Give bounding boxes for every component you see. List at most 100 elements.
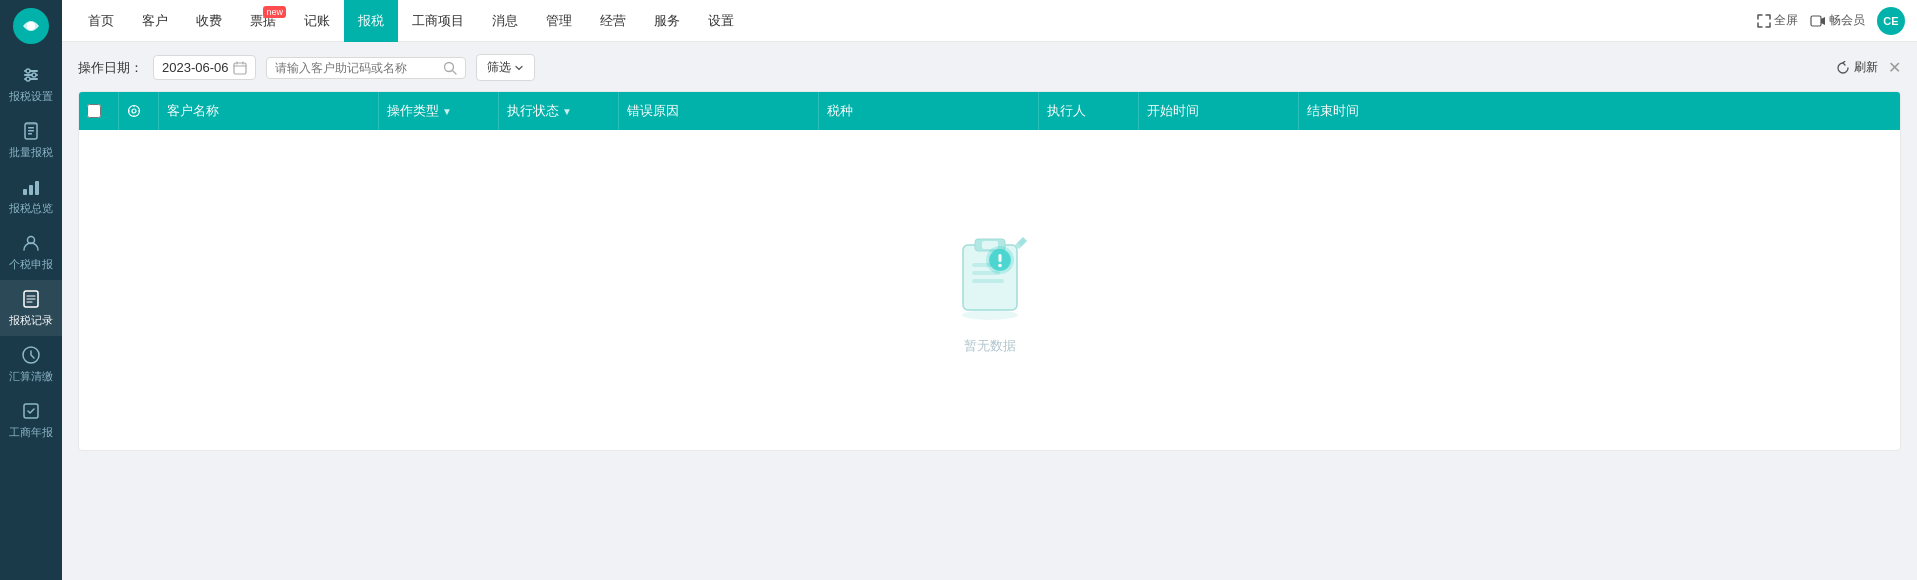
sidebar-item-piliangshuishui[interactable]: 批量报税 <box>0 112 62 168</box>
sidebar-item-label: 汇算清缴 <box>9 369 53 384</box>
search-box[interactable] <box>266 57 466 79</box>
page-body: 操作日期： 2023-06-06 筛选 <box>62 42 1917 580</box>
search-icon <box>443 61 457 75</box>
svg-rect-10 <box>28 130 34 132</box>
table-body: 暂无数据 <box>79 130 1900 450</box>
th-customer-name: 客户名称 <box>159 92 379 130</box>
logo[interactable] <box>13 8 49 44</box>
svg-point-7 <box>26 77 30 81</box>
svg-rect-9 <box>28 127 34 129</box>
toolbar: 操作日期： 2023-06-06 筛选 <box>78 54 1901 81</box>
sidebar-item-label: 个税申报 <box>9 257 53 272</box>
nav-piaoju[interactable]: 票据 new <box>236 0 290 42</box>
overview-icon <box>20 176 42 198</box>
annual-report-icon <box>20 400 42 422</box>
th-tax-type: 税种 <box>819 92 1039 130</box>
refresh-icon <box>1836 61 1850 75</box>
chevron-down-icon <box>514 63 524 73</box>
svg-rect-19 <box>1811 16 1821 26</box>
member-button[interactable]: 畅会员 <box>1810 12 1865 29</box>
sidebar-item-label: 报税总览 <box>9 201 53 216</box>
sidebar-item-baoshuishezhi[interactable]: 报税设置 <box>0 56 62 112</box>
filter-label: 筛选 <box>487 59 511 76</box>
svg-rect-33 <box>998 254 1001 262</box>
th-start-time: 开始时间 <box>1139 92 1299 130</box>
svg-point-23 <box>132 109 136 113</box>
svg-point-6 <box>32 73 36 77</box>
data-table: 客户名称 操作类型 ▼ 执行状态 ▼ 错误原因 税种 <box>78 91 1901 451</box>
svg-point-35 <box>962 310 1018 320</box>
svg-point-5 <box>26 69 30 73</box>
sort-icon: ▼ <box>442 106 452 117</box>
sidebar-item-label: 工商年报 <box>9 425 53 440</box>
sidebar-item-gongshangnianba[interactable]: 工商年报 <box>0 392 62 448</box>
empty-text: 暂无数据 <box>964 337 1016 355</box>
refresh-label: 刷新 <box>1854 59 1878 76</box>
th-execution-status[interactable]: 执行状态 ▼ <box>499 92 619 130</box>
sidebar-item-label: 报税记录 <box>9 313 53 328</box>
date-value: 2023-06-06 <box>162 60 229 75</box>
nav-home[interactable]: 首页 <box>74 0 128 42</box>
nav-customer[interactable]: 客户 <box>128 0 182 42</box>
svg-point-34 <box>998 264 1002 268</box>
main-area: 首页 客户 收费 票据 new 记账 报税 工商项目 消息 管理 经营 <box>62 0 1917 580</box>
content-area: 操作日期： 2023-06-06 筛选 <box>62 42 1917 580</box>
th-end-time: 结束时间 <box>1299 92 1459 130</box>
settlement-icon <box>20 344 42 366</box>
nav-gongshang[interactable]: 工商项目 <box>398 0 478 42</box>
settings-icon <box>20 64 42 86</box>
svg-point-22 <box>129 106 140 117</box>
sidebar-item-label: 报税设置 <box>9 89 53 104</box>
sidebar-item-huisuanqingcheng[interactable]: 汇算清缴 <box>0 336 62 392</box>
fullscreen-icon <box>1757 14 1771 28</box>
nav-guanli[interactable]: 管理 <box>532 0 586 42</box>
fullscreen-button[interactable]: 全屏 <box>1757 12 1798 29</box>
svg-rect-20 <box>234 63 246 74</box>
filter-button[interactable]: 筛选 <box>476 54 535 81</box>
date-picker[interactable]: 2023-06-06 <box>153 55 256 80</box>
new-badge: new <box>263 6 286 19</box>
refresh-button[interactable]: 刷新 <box>1836 59 1878 76</box>
nav-shoufei[interactable]: 收费 <box>182 0 236 42</box>
nav-xiaoxi[interactable]: 消息 <box>478 0 532 42</box>
search-input[interactable] <box>275 61 439 75</box>
video-icon <box>1810 13 1826 29</box>
sidebar: 报税设置 批量报税 报税总览 <box>0 0 62 580</box>
toolbar-right: 刷新 ✕ <box>1836 58 1901 77</box>
topnav-right: 全屏 畅会员 CE <box>1757 7 1905 35</box>
sidebar-item-baoshuizonglan[interactable]: 报税总览 <box>0 168 62 224</box>
sidebar-item-label: 批量报税 <box>9 145 53 160</box>
sidebar-item-geshuishenbao[interactable]: 个税申报 <box>0 224 62 280</box>
th-settings[interactable] <box>119 92 159 130</box>
th-operation-type[interactable]: 操作类型 ▼ <box>379 92 499 130</box>
column-settings-icon <box>127 104 141 118</box>
nav-jingying[interactable]: 经营 <box>586 0 640 42</box>
svg-rect-12 <box>23 189 27 195</box>
nav-shezhi[interactable]: 设置 <box>694 0 748 42</box>
th-error-reason: 错误原因 <box>619 92 819 130</box>
th-checkbox[interactable] <box>79 92 119 130</box>
member-label: 畅会员 <box>1829 12 1865 29</box>
nav-jizhang[interactable]: 记账 <box>290 0 344 42</box>
sort-icon: ▼ <box>562 106 572 117</box>
close-button[interactable]: ✕ <box>1888 58 1901 77</box>
user-avatar[interactable]: CE <box>1877 7 1905 35</box>
svg-point-1 <box>27 22 35 30</box>
select-all-checkbox[interactable] <box>87 104 101 118</box>
svg-point-21 <box>444 62 453 71</box>
svg-rect-11 <box>28 133 32 135</box>
fullscreen-label: 全屏 <box>1774 12 1798 29</box>
nav-baoshui[interactable]: 报税 <box>344 0 398 42</box>
th-executor: 执行人 <box>1039 92 1139 130</box>
nav-fuwu[interactable]: 服务 <box>640 0 694 42</box>
personal-tax-icon <box>20 232 42 254</box>
batch-tax-icon <box>20 120 42 142</box>
calendar-icon <box>233 61 247 75</box>
empty-illustration-svg <box>945 225 1035 325</box>
svg-rect-14 <box>35 181 39 195</box>
svg-rect-13 <box>29 185 33 195</box>
tax-record-icon <box>20 288 42 310</box>
svg-rect-29 <box>972 279 1004 283</box>
sidebar-item-baoshujilu[interactable]: 报税记录 <box>0 280 62 336</box>
table-header: 客户名称 操作类型 ▼ 执行状态 ▼ 错误原因 税种 <box>79 92 1900 130</box>
